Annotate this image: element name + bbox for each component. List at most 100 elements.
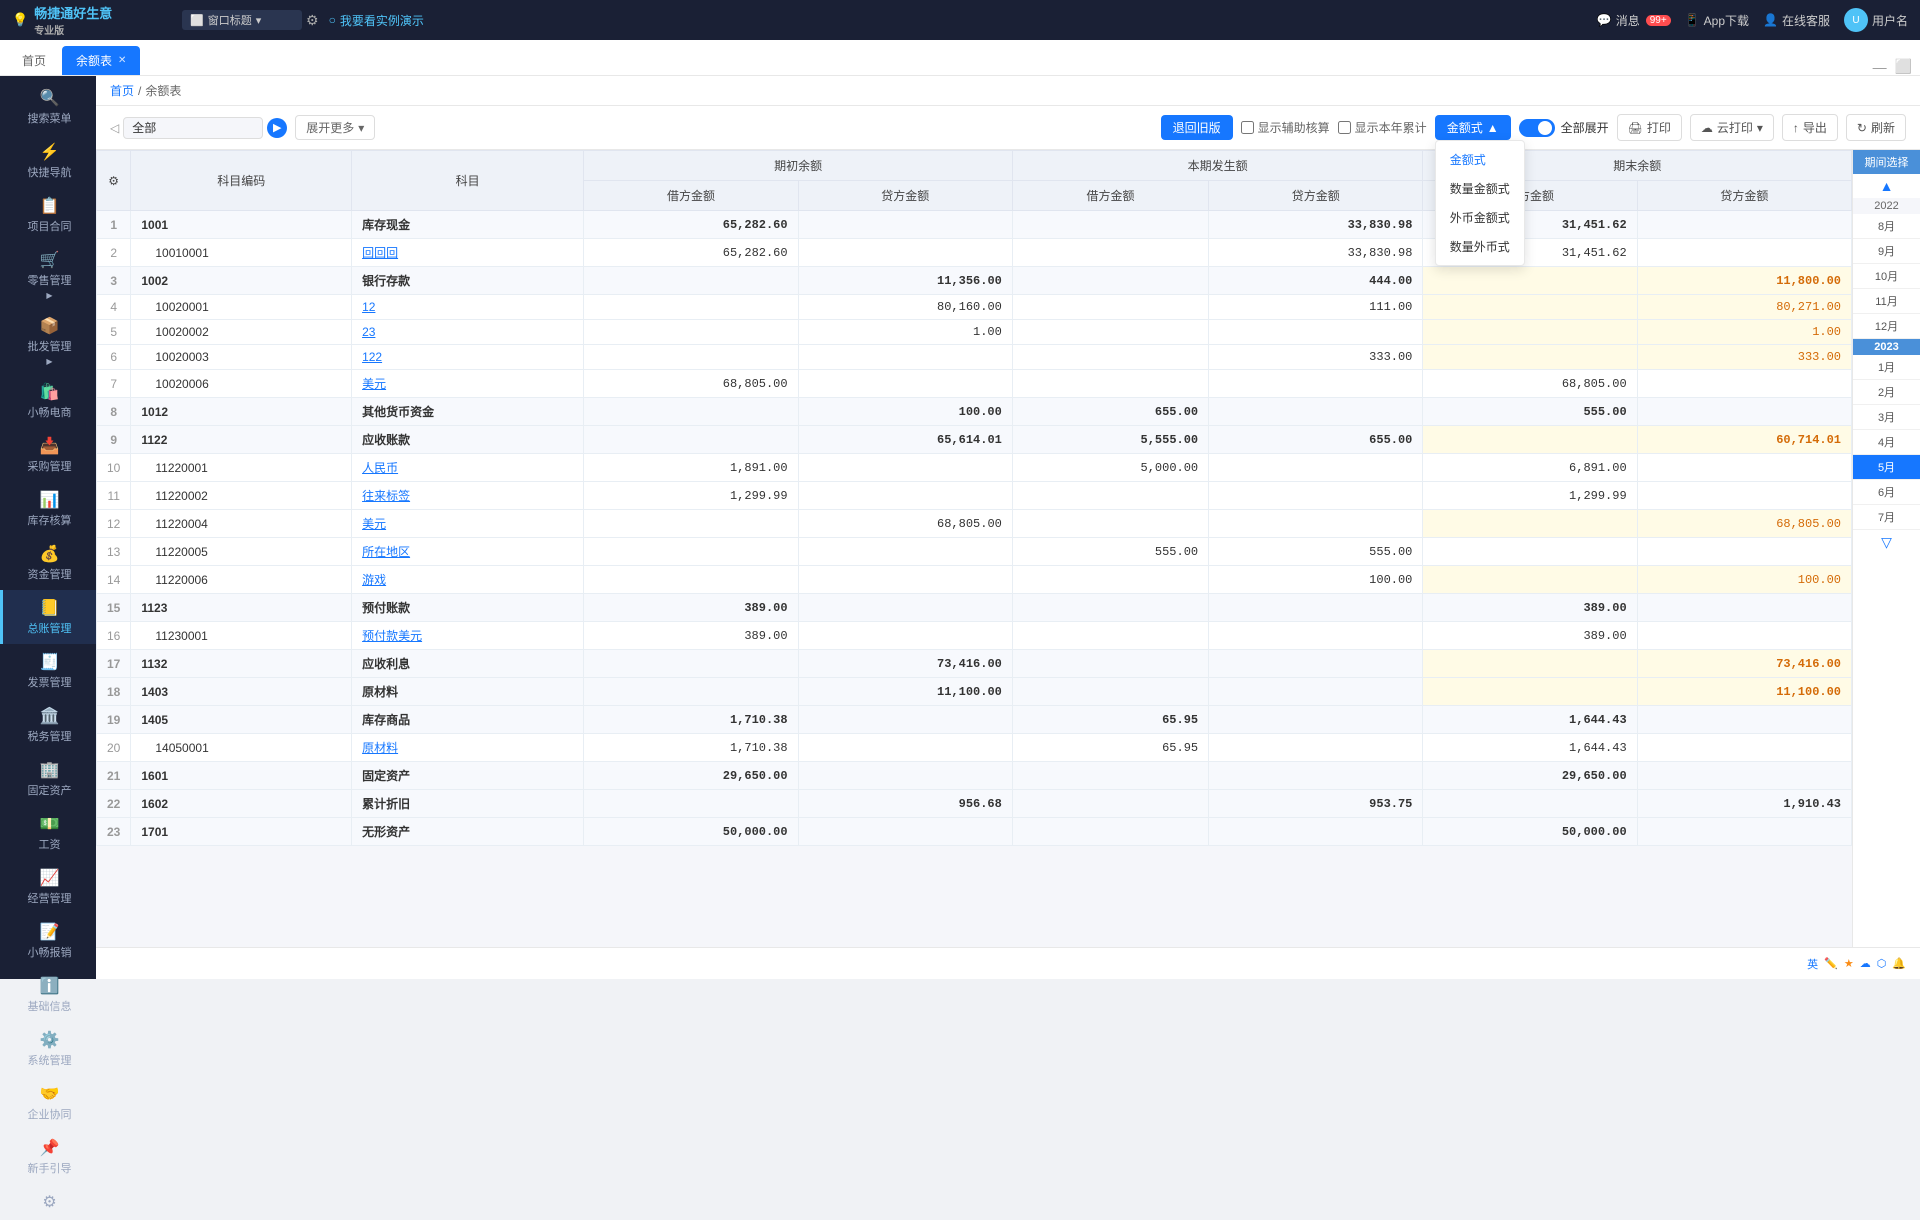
online-service-action[interactable]: 👤 在线客服 bbox=[1763, 12, 1830, 29]
show-year-total-checkbox[interactable] bbox=[1338, 121, 1351, 134]
period-credit bbox=[1209, 594, 1423, 622]
window-dropdown-icon[interactable]: ▾ bbox=[256, 14, 262, 27]
amount-mode-qty-amount[interactable]: 数量金额式 bbox=[1436, 174, 1524, 203]
tab-balance[interactable]: 余额表 ✕ bbox=[62, 46, 140, 75]
opening-debit: 1,891.00 bbox=[584, 454, 798, 482]
bottom-star-icon[interactable]: ★ bbox=[1844, 957, 1854, 970]
period-month-3[interactable]: 3月 bbox=[1853, 405, 1920, 430]
export-btn[interactable]: ↑ 导出 bbox=[1782, 114, 1838, 141]
bottom-cloud-icon[interactable]: ☁ bbox=[1860, 957, 1871, 970]
sidebar-item-basic[interactable]: ℹ️ 基础信息 bbox=[0, 968, 96, 1022]
sidebar-item-ecommerce[interactable]: 🛍️ 小畅电商 bbox=[0, 374, 96, 428]
sidebar-item-report[interactable]: 📝 小畅报销 bbox=[0, 914, 96, 968]
sidebar-item-collab[interactable]: 🤝 企业协同 bbox=[0, 1076, 96, 1130]
period-month-7[interactable]: 7月 bbox=[1853, 505, 1920, 530]
period-month-9[interactable]: 9月 bbox=[1853, 239, 1920, 264]
expand-more-btn[interactable]: 展开更多 ▾ bbox=[295, 115, 375, 140]
bottom-bell-icon[interactable]: 🔔 bbox=[1892, 957, 1906, 970]
account-name[interactable]: 12 bbox=[352, 295, 584, 320]
sidebar-settings[interactable]: ⚙ bbox=[0, 1184, 96, 1220]
expand-all-switch[interactable] bbox=[1519, 119, 1555, 137]
breadcrumb-home[interactable]: 首页 bbox=[110, 82, 134, 99]
account-name[interactable]: 游戏 bbox=[352, 566, 584, 594]
period-month-11[interactable]: 11月 bbox=[1853, 289, 1920, 314]
sidebar-item-inventory[interactable]: 📊 库存核算 bbox=[0, 482, 96, 536]
contract-icon: 📋 bbox=[40, 196, 60, 216]
sidebar-item-operations[interactable]: 📈 经营管理 bbox=[0, 860, 96, 914]
account-name[interactable]: 人民币 bbox=[352, 454, 584, 482]
period-month-6[interactable]: 6月 bbox=[1853, 480, 1920, 505]
account-name[interactable]: 122 bbox=[352, 345, 584, 370]
show-auxiliary-label[interactable]: 显示辅助核算 bbox=[1241, 119, 1330, 136]
period-month-10[interactable]: 10月 bbox=[1853, 264, 1920, 289]
account-name[interactable]: 所在地区 bbox=[352, 538, 584, 566]
sidebar-item-cashflow[interactable]: 💰 资金管理 bbox=[0, 536, 96, 590]
period-month-4[interactable]: 4月 bbox=[1853, 430, 1920, 455]
account-name[interactable]: 预付款美元 bbox=[352, 622, 584, 650]
show-year-total-label[interactable]: 显示本年累计 bbox=[1338, 119, 1427, 136]
account-name[interactable]: 美元 bbox=[352, 510, 584, 538]
maximize-icon[interactable]: ⬜ bbox=[1895, 58, 1912, 75]
period-month-1[interactable]: 1月 bbox=[1853, 355, 1920, 380]
refresh-btn[interactable]: ↻ 刷新 bbox=[1846, 114, 1906, 141]
search-nav-btn[interactable]: ▶ bbox=[267, 118, 287, 138]
cloud-chevron-icon: ▾ bbox=[1757, 121, 1763, 135]
tab-bar: 首页 余额表 ✕ — ⬜ bbox=[0, 40, 1920, 76]
amount-mode-qty-foreign[interactable]: 数量外币式 bbox=[1436, 232, 1524, 261]
message-action[interactable]: 💬 消息 99+ bbox=[1597, 12, 1671, 29]
account-name[interactable]: 回回回 bbox=[352, 239, 584, 267]
amount-mode-amount[interactable]: 金额式 bbox=[1436, 145, 1524, 174]
sidebar-item-wholesale[interactable]: 📦 批发管理 bbox=[0, 308, 96, 374]
back-arrow-icon[interactable]: ◁ bbox=[110, 121, 119, 135]
close-icon[interactable]: ✕ bbox=[118, 55, 126, 66]
search-input[interactable] bbox=[132, 121, 232, 135]
bottom-edit-icon[interactable]: ✏️ bbox=[1824, 957, 1838, 970]
sidebar-item-tax[interactable]: 🏛️ 税务管理 bbox=[0, 698, 96, 752]
demo-link[interactable]: ○ 我要看实例演示 bbox=[329, 12, 424, 29]
table-row: 5 10020002 23 1.00 1.00 bbox=[97, 320, 1852, 345]
minimize-icon[interactable]: — bbox=[1873, 59, 1887, 75]
amount-mode-btn[interactable]: 金额式 ▲ bbox=[1435, 115, 1511, 140]
tab-home[interactable]: 首页 bbox=[8, 46, 60, 75]
sidebar-item-contract[interactable]: 📋 项目合同 bbox=[0, 188, 96, 242]
closing-credit bbox=[1637, 370, 1851, 398]
sidebar-item-purchase[interactable]: 📥 采购管理 bbox=[0, 428, 96, 482]
period-debit bbox=[1012, 622, 1208, 650]
sidebar-item-guide[interactable]: 📌 新手引导 bbox=[0, 1130, 96, 1184]
sidebar-item-invoice[interactable]: 🧾 发票管理 bbox=[0, 644, 96, 698]
go-back-btn[interactable]: 退回旧版 bbox=[1161, 115, 1233, 140]
account-name[interactable]: 美元 bbox=[352, 370, 584, 398]
sidebar-item-system[interactable]: ⚙️ 系统管理 bbox=[0, 1022, 96, 1076]
bottom-hex-icon[interactable]: ⬡ bbox=[1877, 957, 1887, 970]
system-icon: ⚙️ bbox=[40, 1030, 60, 1050]
cloud-print-btn[interactable]: ☁ 云打印 ▾ bbox=[1690, 114, 1774, 141]
window-bar[interactable]: ⬜ 窗口标题 ▾ bbox=[182, 10, 302, 30]
account-name[interactable]: 往来标签 bbox=[352, 482, 584, 510]
print-label: 打印 bbox=[1647, 119, 1671, 136]
period-down-btn[interactable]: ▽ bbox=[1853, 530, 1920, 555]
closing-debit bbox=[1423, 295, 1637, 320]
settings-th[interactable]: ⚙ bbox=[97, 151, 131, 211]
period-up-btn[interactable]: ▲ bbox=[1853, 174, 1920, 198]
sidebar-item-asset[interactable]: 🏢 固定资产 bbox=[0, 752, 96, 806]
period-month-5-active[interactable]: 5月 bbox=[1853, 455, 1920, 480]
sidebar-item-quicknav[interactable]: ⚡ 快捷导航 bbox=[0, 134, 96, 188]
amount-mode-foreign[interactable]: 外币金额式 bbox=[1436, 203, 1524, 232]
closing-debit bbox=[1423, 678, 1637, 706]
period-month-12[interactable]: 12月 bbox=[1853, 314, 1920, 339]
period-month-8[interactable]: 8月 bbox=[1853, 214, 1920, 239]
app-download-action[interactable]: 📱 App下载 bbox=[1685, 12, 1749, 29]
sidebar-item-retail[interactable]: 🛒 零售管理 bbox=[0, 242, 96, 308]
user-action[interactable]: U 用户名 bbox=[1844, 8, 1908, 32]
lang-btn[interactable]: 英 bbox=[1807, 956, 1818, 972]
show-auxiliary-checkbox[interactable] bbox=[1241, 121, 1254, 134]
account-name[interactable]: 23 bbox=[352, 320, 584, 345]
avatar: U bbox=[1844, 8, 1868, 32]
sidebar-item-search[interactable]: 🔍 搜索菜单 bbox=[0, 80, 96, 134]
sidebar-item-accounting[interactable]: 📒 总账管理 bbox=[0, 590, 96, 644]
account-name[interactable]: 原材料 bbox=[352, 734, 584, 762]
print-btn[interactable]: 🖨 打印 bbox=[1617, 114, 1682, 141]
sidebar-item-salary[interactable]: 💵 工资 bbox=[0, 806, 96, 860]
period-month-2[interactable]: 2月 bbox=[1853, 380, 1920, 405]
gear-icon[interactable]: ⚙ bbox=[306, 12, 319, 29]
